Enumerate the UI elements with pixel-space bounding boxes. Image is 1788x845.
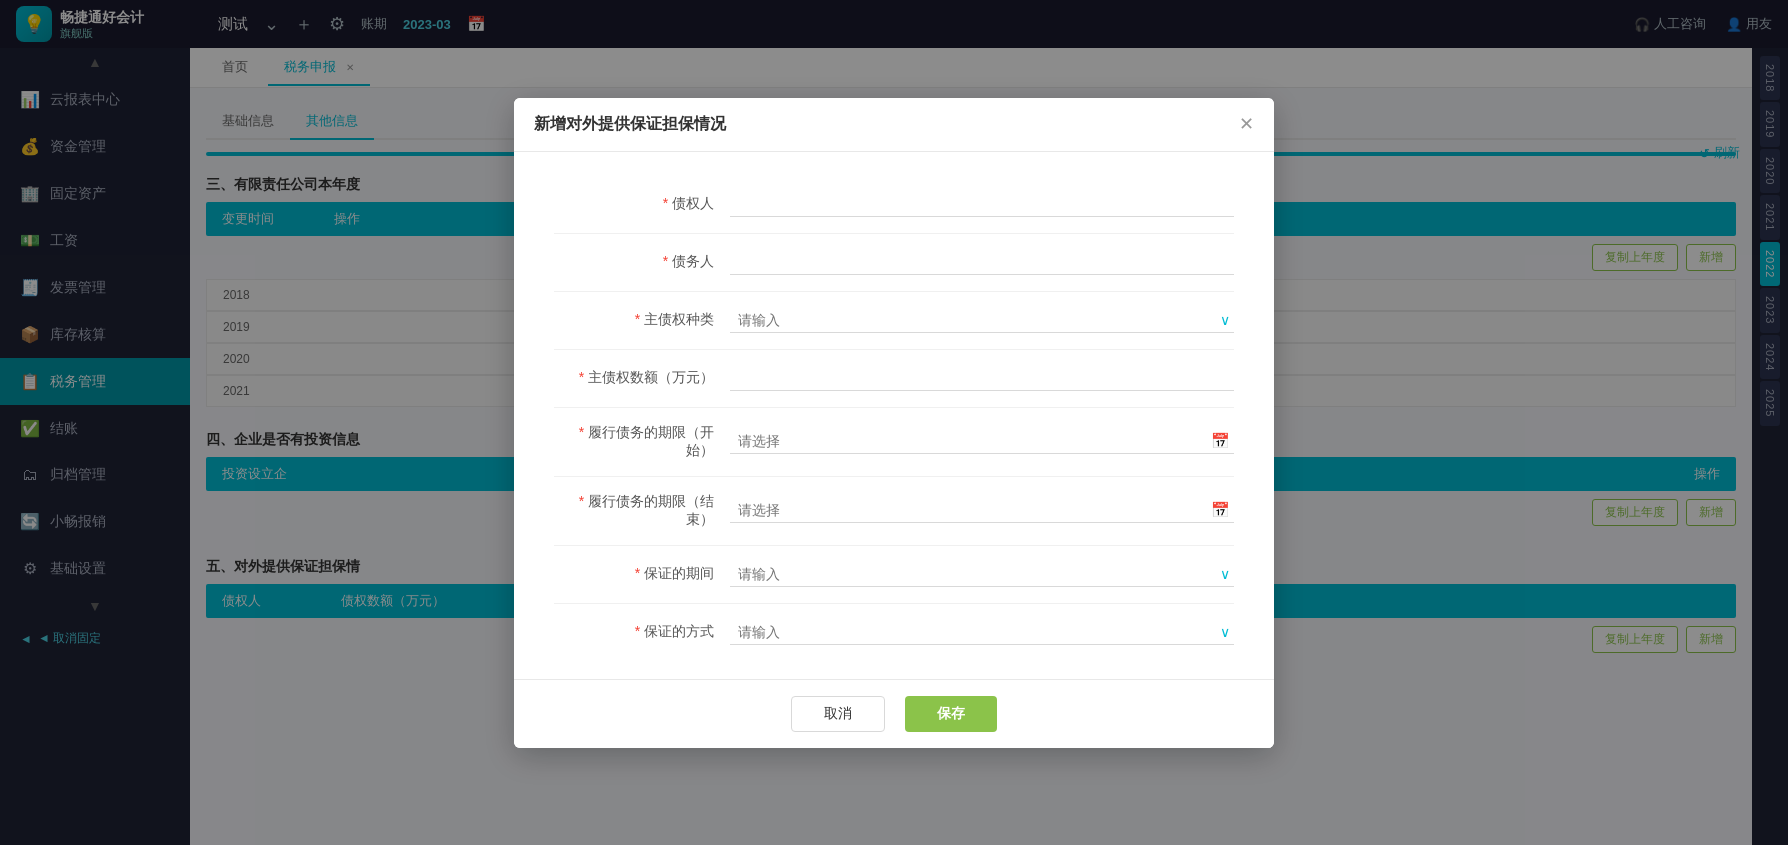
chevron-down-method-icon[interactable]: ∨	[1220, 624, 1234, 640]
date-period-start-wrap: 📅	[730, 429, 1234, 454]
form-row-creditor-amount: * 主债权数额（万元）	[554, 350, 1234, 408]
label-creditor-amount: * 主债权数额（万元）	[554, 369, 714, 387]
date-period-end-wrap: 📅	[730, 498, 1234, 523]
form-row-period-start: * 履行债务的期限（开始） 📅	[554, 408, 1234, 477]
date-period-end[interactable]	[730, 498, 1211, 522]
label-guarantee-method: * 保证的方式	[554, 623, 714, 641]
input-creditor[interactable]	[730, 192, 1234, 217]
label-debtor: * 债务人	[554, 253, 714, 271]
select-guarantee-method[interactable]	[730, 620, 1220, 644]
chevron-down-icon[interactable]: ∨	[1220, 312, 1234, 328]
select-creditor-type[interactable]	[730, 308, 1220, 332]
select-guarantee-method-wrap: ∨	[730, 620, 1234, 645]
calendar-end-icon[interactable]: 📅	[1211, 501, 1234, 519]
input-debtor[interactable]	[730, 250, 1234, 275]
chevron-down-guarantee-icon[interactable]: ∨	[1220, 566, 1234, 582]
label-period-start: * 履行债务的期限（开始）	[554, 424, 714, 460]
dialog-header: 新增对外提供保证担保情况 ✕	[514, 98, 1274, 152]
dialog-close-btn[interactable]: ✕	[1239, 115, 1254, 133]
dialog-footer: 取消 保存	[514, 679, 1274, 748]
label-creditor: * 债权人	[554, 195, 714, 213]
date-period-start[interactable]	[730, 429, 1211, 453]
input-creditor-amount[interactable]	[730, 366, 1234, 391]
calendar-start-icon[interactable]: 📅	[1211, 432, 1234, 450]
label-period-end: * 履行债务的期限（结束）	[554, 493, 714, 529]
form-row-debtor: * 债务人	[554, 234, 1234, 292]
save-button[interactable]: 保存	[905, 696, 997, 732]
dialog-body: * 债权人 * 债务人 * 主债权种类	[514, 152, 1274, 679]
modal-overlay: 新增对外提供保证担保情况 ✕ * 债权人 * 债务人	[0, 0, 1788, 845]
cancel-button[interactable]: 取消	[791, 696, 885, 732]
form-row-creditor: * 债权人	[554, 176, 1234, 234]
select-guarantee-period-wrap: ∨	[730, 562, 1234, 587]
label-creditor-type: * 主债权种类	[554, 311, 714, 329]
label-guarantee-period: * 保证的期间	[554, 565, 714, 583]
form-row-creditor-type: * 主债权种类 ∨	[554, 292, 1234, 350]
form-row-guarantee-method: * 保证的方式 ∨	[554, 604, 1234, 661]
form-row-period-end: * 履行债务的期限（结束） 📅	[554, 477, 1234, 546]
dialog-title: 新增对外提供保证担保情况	[534, 114, 726, 135]
form-row-guarantee-period: * 保证的期间 ∨	[554, 546, 1234, 604]
select-creditor-type-wrap: ∨	[730, 308, 1234, 333]
select-guarantee-period[interactable]	[730, 562, 1220, 586]
dialog: 新增对外提供保证担保情况 ✕ * 债权人 * 债务人	[514, 98, 1274, 748]
